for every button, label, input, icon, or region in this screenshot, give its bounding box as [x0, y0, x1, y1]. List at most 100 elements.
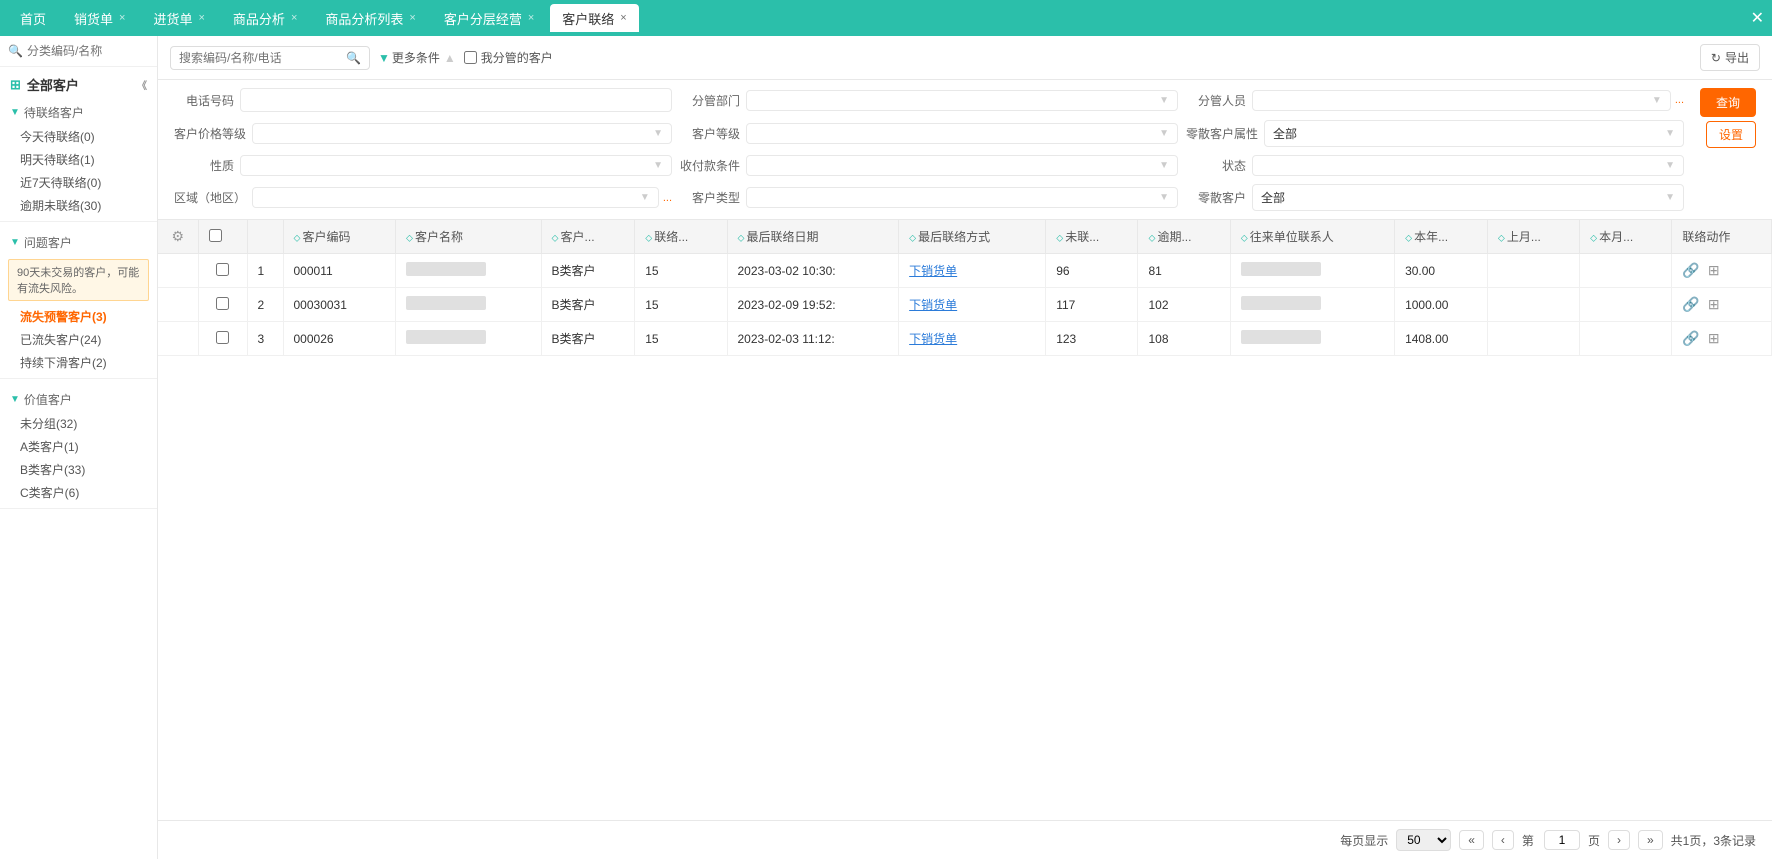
my-customers-check[interactable]	[464, 51, 477, 64]
contact-link-icon-1[interactable]: 🔗	[1682, 296, 1699, 313]
col-uncontacted[interactable]: ⬦未联...	[1046, 220, 1138, 254]
filter-phone-input[interactable]	[240, 88, 672, 112]
first-page-btn[interactable]: «	[1459, 830, 1484, 850]
region-chevron-icon: ▼	[640, 192, 650, 203]
sidebar-item-1-1[interactable]: 已流失客户(24)	[0, 328, 157, 351]
tab-close-analysis-list[interactable]: ×	[409, 12, 415, 24]
filter-person-select[interactable]: ▼	[1252, 90, 1671, 111]
contact-link-icon-2[interactable]: 🔗	[1682, 330, 1699, 347]
tab-close-sales[interactable]: ×	[119, 12, 125, 24]
sidebar-item-1-0[interactable]: 流失预警客户(3)	[0, 305, 157, 328]
cell-checkbox[interactable]	[198, 288, 247, 322]
filter-region-more[interactable]: ...	[663, 192, 672, 204]
tab-close-customer-contact[interactable]: ×	[620, 12, 626, 24]
filter-person-more[interactable]: ...	[1675, 94, 1684, 106]
filter-status-select[interactable]: ▼	[1252, 155, 1684, 176]
filter-retail-attr-select[interactable]: 全部 ▼	[1264, 120, 1684, 147]
filter-price-grade-select[interactable]: ▼	[252, 123, 672, 144]
top-tab-analysis-list[interactable]: 商品分析列表 ×	[313, 4, 427, 32]
last-method-link-1[interactable]: 下销货单	[909, 298, 957, 312]
sidebar-item-0-3[interactable]: 逾期未联络(30)	[0, 194, 157, 217]
toolbar-filter-btn[interactable]: ▼ 更多条件 ▲	[378, 49, 456, 66]
col-unit-contact[interactable]: ⬦往来单位联系人	[1230, 220, 1394, 254]
sidebar-item-0-0[interactable]: 今天待联络(0)	[0, 125, 157, 148]
filter-customer-grade-select[interactable]: ▼	[746, 123, 1178, 144]
sidebar-group-1: ▼问题客户90天未交易的客户，可能有流失风险。流失预警客户(3)已流失客户(24…	[0, 228, 157, 385]
settings-btn[interactable]: 设置	[1706, 121, 1756, 148]
collapse-icon[interactable]: 《	[137, 77, 147, 92]
tab-close-customer-segment[interactable]: ×	[528, 12, 534, 24]
export-btn[interactable]: ↻ 导出	[1700, 44, 1760, 71]
page-input[interactable]	[1544, 830, 1580, 850]
sidebar-group-title-1[interactable]: ▼问题客户	[0, 230, 157, 255]
sidebar-item-2-3[interactable]: C类客户(6)	[0, 481, 157, 504]
sidebar: 🔍 ⊞ 全部客户 《 ▼待联络客户今天待联络(0)明天待联络(1)近7天待联络(…	[0, 36, 158, 859]
last-method-link-0[interactable]: 下销货单	[909, 264, 957, 278]
sidebar-item-0-2[interactable]: 近7天待联络(0)	[0, 171, 157, 194]
col-no	[247, 220, 283, 254]
col-code[interactable]: ⬦客户编码	[283, 220, 395, 254]
col-overdue[interactable]: ⬦逾期...	[1138, 220, 1230, 254]
filter-customer-type-select[interactable]: ▼	[746, 187, 1178, 208]
filter-region-select[interactable]: ▼	[252, 187, 659, 208]
filter-status: 状态 ▼	[1186, 155, 1684, 176]
col-name[interactable]: ⬦客户名称	[395, 220, 541, 254]
sidebar-group-title-2[interactable]: ▼价值客户	[0, 387, 157, 412]
sidebar-item-1-2[interactable]: 持续下滑客户(2)	[0, 351, 157, 374]
toolbar-search-icon[interactable]: 🔍	[346, 51, 361, 65]
col-last-contact-method[interactable]: ⬦最后联络方式	[899, 220, 1046, 254]
filter-nature-select[interactable]: ▼	[240, 155, 672, 176]
cell-type: B类客户	[541, 288, 635, 322]
group-arrow-2: ▼	[10, 394, 20, 405]
last-method-link-2[interactable]: 下销货单	[909, 332, 957, 346]
cell-contact: 15	[635, 288, 727, 322]
sidebar-group-title-0[interactable]: ▼待联络客户	[0, 100, 157, 125]
row-checkbox-1[interactable]	[216, 297, 229, 310]
col-type[interactable]: ⬦客户...	[541, 220, 635, 254]
cell-checkbox[interactable]	[198, 254, 247, 288]
cell-checkbox[interactable]	[198, 322, 247, 356]
tab-close-purchase[interactable]: ×	[198, 12, 204, 24]
sidebar-item-2-1[interactable]: A类客户(1)	[0, 435, 157, 458]
per-page-select[interactable]: 50 100	[1396, 829, 1451, 851]
select-all-checkbox[interactable]	[209, 229, 222, 242]
last-page-btn[interactable]: »	[1638, 830, 1663, 850]
toolbar-search-input[interactable]	[179, 51, 346, 65]
sidebar-item-2-2[interactable]: B类客户(33)	[0, 458, 157, 481]
col-last-contact-date[interactable]: ⬦最后联络日期	[727, 220, 899, 254]
data-table-container: ⚙ ⬦客户编码 ⬦客户名称 ⬦客户... ⬦联络... ⬦最后联络日期 ⬦最后联…	[158, 220, 1772, 820]
col-settings[interactable]: ⚙	[158, 220, 198, 254]
top-tab-customer-segment[interactable]: 客户分层经营 ×	[432, 4, 546, 32]
my-customers-checkbox[interactable]: 我分管的客户	[464, 49, 553, 66]
row-checkbox-2[interactable]	[216, 331, 229, 344]
tab-close-analysis[interactable]: ×	[291, 12, 297, 24]
filter-dept-select[interactable]: ▼	[746, 90, 1178, 111]
sidebar-item-2-0[interactable]: 未分组(32)	[0, 412, 157, 435]
contact-link-icon-0[interactable]: 🔗	[1682, 262, 1699, 279]
cell-uncontacted: 117	[1046, 288, 1138, 322]
next-page-btn[interactable]: ›	[1608, 830, 1630, 850]
top-tab-home[interactable]: 首页	[8, 4, 58, 32]
top-tab-customer-contact[interactable]: 客户联络 ×	[550, 4, 638, 32]
sidebar-item-0-1[interactable]: 明天待联络(1)	[0, 148, 157, 171]
more-actions-icon-0[interactable]: ⊞	[1708, 262, 1720, 279]
top-tab-sales[interactable]: 销货单 ×	[62, 4, 137, 32]
sidebar-search-input[interactable]	[27, 44, 158, 58]
prev-page-btn[interactable]: ‹	[1492, 830, 1514, 850]
more-actions-icon-2[interactable]: ⊞	[1708, 330, 1720, 347]
row-checkbox-0[interactable]	[216, 263, 229, 276]
window-close-btn[interactable]: ✕	[1751, 8, 1764, 28]
sidebar-root-label[interactable]: ⊞ 全部客户 《	[0, 67, 157, 98]
col-this-year[interactable]: ⬦本年...	[1395, 220, 1488, 254]
filter-payment-select[interactable]: ▼	[746, 155, 1178, 176]
more-actions-icon-1[interactable]: ⊞	[1708, 296, 1720, 313]
col-this-month[interactable]: ⬦本月...	[1580, 220, 1672, 254]
col-last-month[interactable]: ⬦上月...	[1487, 220, 1579, 254]
top-tab-analysis[interactable]: 商品分析 ×	[221, 4, 309, 32]
col-contact[interactable]: ⬦联络...	[635, 220, 727, 254]
settings-gear-icon[interactable]: ⚙	[171, 228, 184, 244]
filter-retail-select[interactable]: 全部 ▼	[1252, 184, 1684, 211]
top-tab-purchase[interactable]: 进货单 ×	[141, 4, 216, 32]
cell-this-year: 30.00	[1395, 254, 1488, 288]
search-btn[interactable]: 查询	[1700, 88, 1756, 117]
